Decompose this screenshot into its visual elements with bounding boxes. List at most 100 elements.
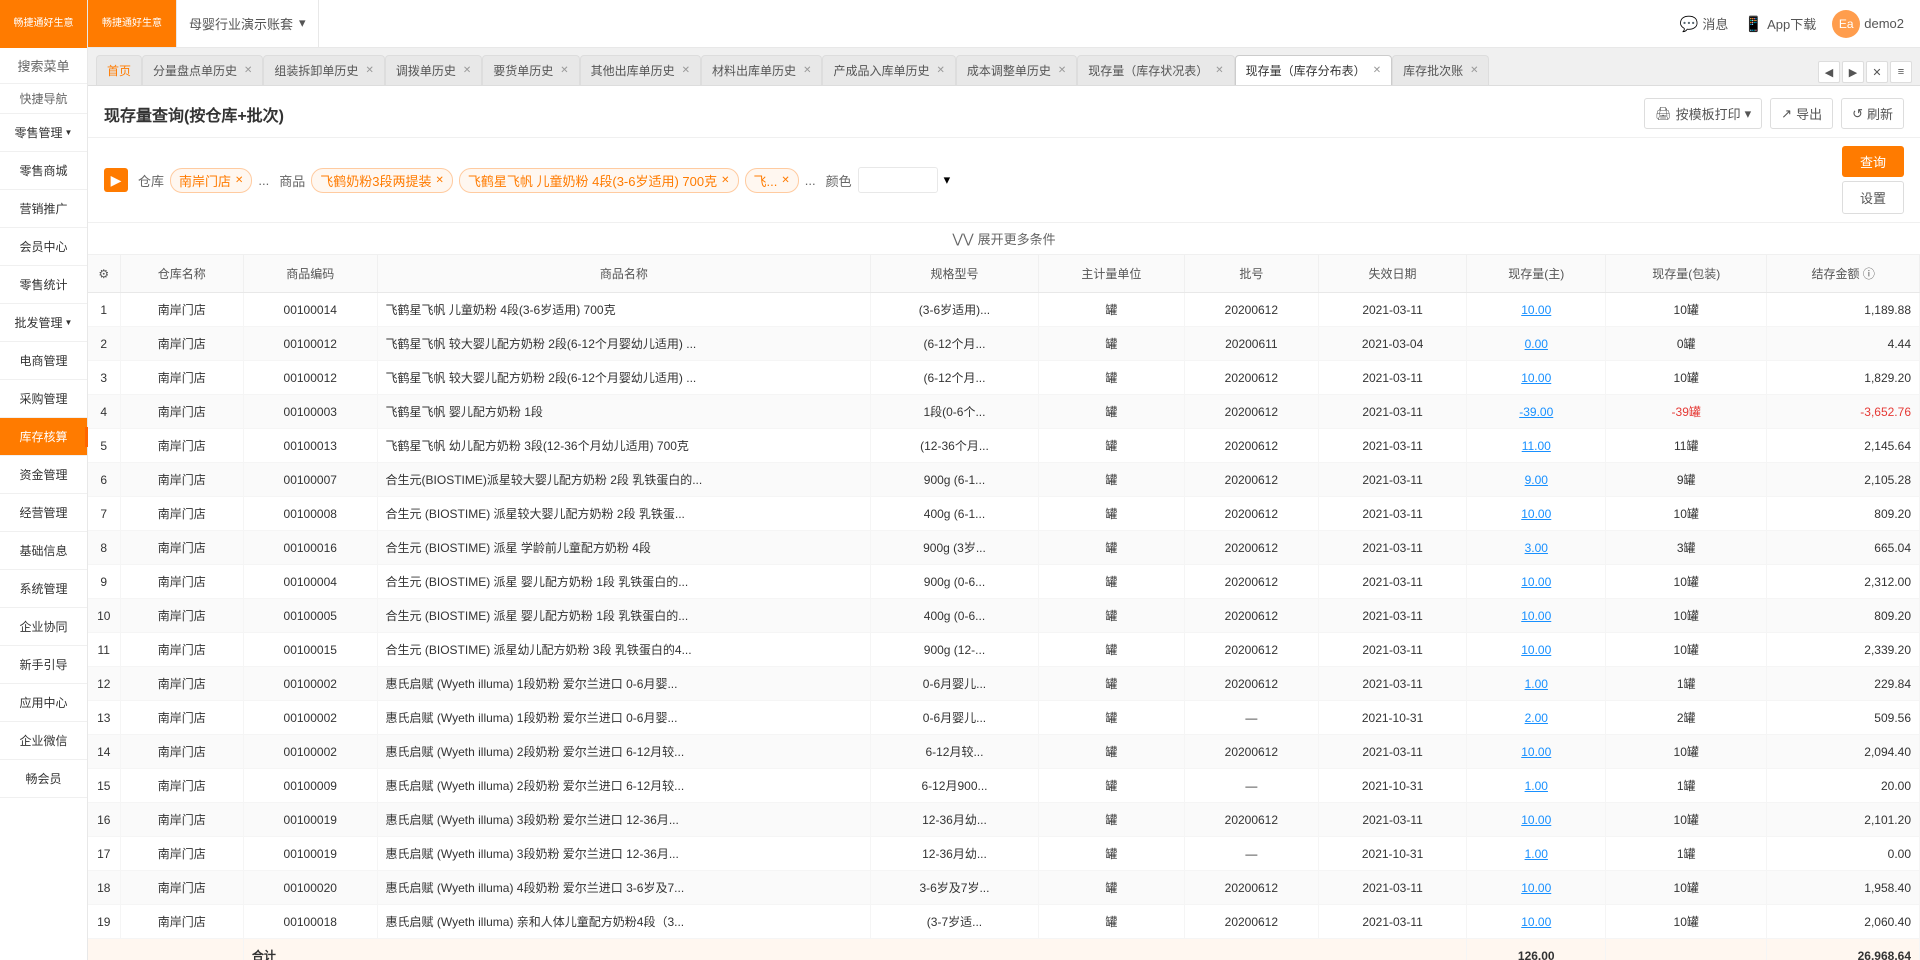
topbar-account-dropdown[interactable]: 母婴行业演示账套 ▾ (176, 0, 319, 48)
sidebar-search[interactable]: 搜索菜单 (0, 48, 87, 84)
tab-menu-btn[interactable]: ≡ (1890, 61, 1912, 83)
topbar-app-download[interactable]: 📱 App下载 (1744, 14, 1816, 33)
tab-close-adjust[interactable]: ✕ (463, 65, 471, 76)
cell-qty-pkg: 2罐 (1606, 701, 1767, 735)
cell-expire: 2021-03-11 (1318, 803, 1467, 837)
sidebar-item-retail-mall[interactable]: 零售商城 (0, 152, 87, 190)
tab-close-other-out[interactable]: ✕ (682, 65, 690, 76)
sidebar-item-basic[interactable]: 基础信息 (0, 532, 87, 570)
cell-amount: 2,105.28 (1767, 463, 1920, 497)
tab-close-cost-adjust[interactable]: ✕ (1058, 65, 1066, 76)
sidebar-item-operations[interactable]: 经营管理 (0, 494, 87, 532)
cell-qty-main[interactable]: 0.00 (1467, 327, 1606, 361)
product-more-btn[interactable]: ... (805, 173, 816, 188)
sidebar-item-finance[interactable]: 资金管理 (0, 456, 87, 494)
template-print-btn[interactable]: 🖨 按模板打印 ▾ (1644, 98, 1762, 129)
cell-qty-main[interactable]: 1.00 (1467, 769, 1606, 803)
sidebar-quick-nav[interactable]: 快捷导航 (0, 84, 87, 114)
cell-warehouse: 南岸门店 (120, 633, 243, 667)
tab-close-product-in[interactable]: ✕ (936, 65, 944, 76)
product-tag-2-remove[interactable]: ✕ (721, 175, 729, 186)
cell-qty-main[interactable]: 2.00 (1467, 701, 1606, 735)
warehouse-more-btn[interactable]: ... (258, 173, 269, 188)
tab-batch-account[interactable]: 库存批次账 ✕ (1392, 55, 1489, 85)
table-row: 2 南岸门店 00100012 飞鹤星飞帆 较大婴儿配方奶粉 2段(6-12个月… (88, 327, 1920, 361)
expand-conditions-btn[interactable]: ⋁⋁ 展开更多条件 (952, 229, 1055, 248)
cell-qty-pkg: -39罐 (1606, 395, 1767, 429)
cell-qty-pkg: 3罐 (1606, 531, 1767, 565)
sidebar-item-retail-stats[interactable]: 零售统计 (0, 266, 87, 304)
tab-close-batch[interactable]: ✕ (1470, 65, 1478, 76)
product-tag-2[interactable]: 飞鹤星飞帆 儿童奶粉 4段(3-6岁适用) 700克 ✕ (459, 168, 739, 193)
cell-qty-main[interactable]: 1.00 (1467, 837, 1606, 871)
sidebar-item-purchase[interactable]: 采购管理 (0, 380, 87, 418)
cell-qty-main[interactable]: 10.00 (1467, 293, 1606, 327)
tab-close-inv-dist[interactable]: ✕ (1373, 65, 1381, 76)
cell-qty-main[interactable]: 10.00 (1467, 871, 1606, 905)
col-settings[interactable]: ⚙ (88, 255, 120, 293)
sidebar-item-corp[interactable]: 企业协同 (0, 608, 87, 646)
tab-inventory-status[interactable]: 现存量（库存状况表） ✕ (1077, 55, 1234, 85)
cell-qty-main[interactable]: 10.00 (1467, 497, 1606, 531)
tab-product-in[interactable]: 产成品入库单历史 ✕ (822, 55, 955, 85)
warehouse-tag-remove[interactable]: ✕ (235, 175, 243, 186)
cell-qty-main[interactable]: 9.00 (1467, 463, 1606, 497)
tab-cost-adjust[interactable]: 成本调整单历史 ✕ (956, 55, 1077, 85)
tab-adjust-history[interactable]: 调拨单历史 ✕ (385, 55, 482, 85)
tab-other-out[interactable]: 其他出库单历史 ✕ (580, 55, 701, 85)
tab-close-requisition[interactable]: ✕ (560, 65, 568, 76)
tab-prev-btn[interactable]: ◀ (1818, 61, 1840, 83)
sidebar-item-appcenter[interactable]: 应用中心 (0, 684, 87, 722)
cell-qty-main[interactable]: 10.00 (1467, 565, 1606, 599)
cell-qty-main[interactable]: 3.00 (1467, 531, 1606, 565)
tab-close-material-out[interactable]: ✕ (803, 65, 811, 76)
export-btn[interactable]: ↗ 导出 (1770, 98, 1833, 129)
cell-code: 00100018 (243, 905, 377, 939)
cell-qty-pkg: 10罐 (1606, 361, 1767, 395)
cell-qty-main[interactable]: 11.00 (1467, 429, 1606, 463)
sidebar-item-marketing[interactable]: 营销推广 (0, 190, 87, 228)
setting-btn[interactable]: 设置 (1842, 181, 1904, 214)
cell-qty-main[interactable]: 1.00 (1467, 667, 1606, 701)
product-tag-1-remove[interactable]: ✕ (436, 175, 444, 186)
tab-unpack-history[interactable]: 组装拆卸单历史 ✕ (263, 55, 384, 85)
tab-close-all-btn[interactable]: ✕ (1866, 61, 1888, 83)
warehouse-tag[interactable]: 南岸门店 ✕ (170, 168, 252, 193)
cell-expire: 2021-03-11 (1318, 395, 1467, 429)
tab-home[interactable]: 首页 (96, 55, 142, 85)
cell-qty-main[interactable]: 10.00 (1467, 361, 1606, 395)
cell-qty-main[interactable]: 10.00 (1467, 633, 1606, 667)
tab-close-inv-status[interactable]: ✕ (1215, 65, 1223, 76)
tab-inventory-dist[interactable]: 现存量（库存分布表） ✕ (1235, 55, 1392, 85)
sidebar-item-member[interactable]: 会员中心 (0, 228, 87, 266)
product-tag-3-remove[interactable]: ✕ (781, 175, 789, 186)
sidebar-item-vip[interactable]: 畅会员 (0, 760, 87, 798)
sidebar-item-inventory[interactable]: 库存核算 (0, 418, 87, 456)
cell-qty-main[interactable]: 10.00 (1467, 599, 1606, 633)
cell-qty-main[interactable]: 10.00 (1467, 803, 1606, 837)
cell-batch: — (1185, 769, 1319, 803)
tab-close-unpack[interactable]: ✕ (365, 65, 373, 76)
tab-next-btn[interactable]: ▶ (1842, 61, 1864, 83)
topbar-messages[interactable]: 💬 消息 (1680, 14, 1729, 33)
query-btn[interactable]: 查询 (1842, 146, 1904, 177)
tab-requisition-history[interactable]: 要货单历史 ✕ (482, 55, 579, 85)
tab-close-split[interactable]: ✕ (244, 65, 252, 76)
sidebar-item-ecommerce[interactable]: 电商管理 (0, 342, 87, 380)
color-input[interactable] (858, 167, 938, 193)
product-tag-3[interactable]: 飞... ✕ (745, 168, 799, 193)
cell-qty-main[interactable]: -39.00 (1467, 395, 1606, 429)
filter-toggle-btn[interactable]: ▶ (104, 168, 128, 192)
sidebar-item-newguide[interactable]: 新手引导 (0, 646, 87, 684)
tab-material-out[interactable]: 材料出库单历史 ✕ (701, 55, 822, 85)
sidebar-item-retail[interactable]: 零售管理 (0, 114, 87, 152)
topbar-user-info[interactable]: Ea demo2 (1832, 10, 1904, 38)
cell-qty-main[interactable]: 10.00 (1467, 735, 1606, 769)
sidebar-item-system[interactable]: 系统管理 (0, 570, 87, 608)
sidebar-item-wholesale[interactable]: 批发管理 (0, 304, 87, 342)
tab-split-history[interactable]: 分量盘点单历史 ✕ (142, 55, 263, 85)
refresh-btn[interactable]: ↺ 刷新 (1841, 98, 1904, 129)
sidebar-item-corpwechat[interactable]: 企业微信 (0, 722, 87, 760)
cell-qty-main[interactable]: 10.00 (1467, 905, 1606, 939)
product-tag-1[interactable]: 飞鹤奶粉3段两提装 ✕ (311, 168, 453, 193)
